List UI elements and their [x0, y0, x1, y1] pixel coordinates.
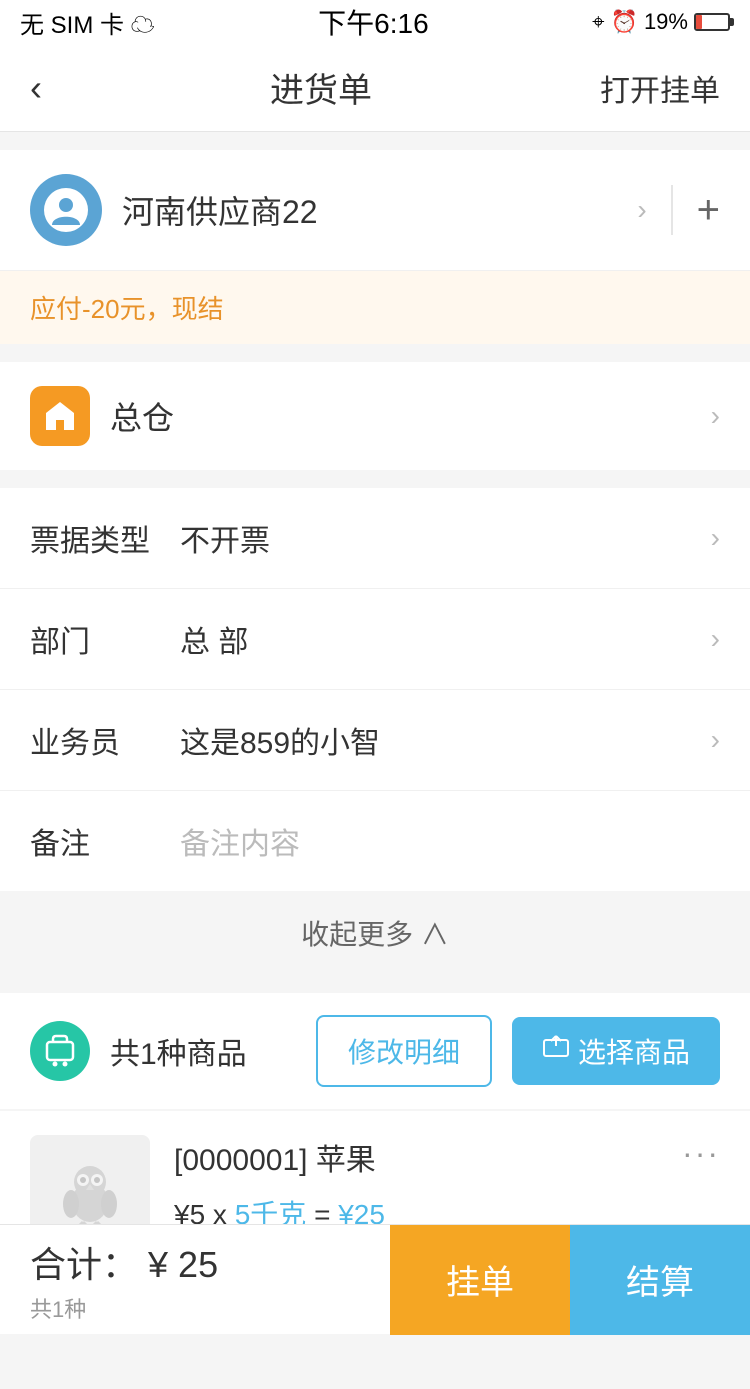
home-icon: [43, 399, 77, 433]
warehouse-name: 总仓: [110, 393, 711, 439]
dept-row[interactable]: 部门 总 部 ›: [0, 589, 750, 690]
remark-label: 备注: [30, 819, 170, 863]
warehouse-chevron-icon: ›: [711, 400, 720, 432]
product-code: [0000001]: [174, 1144, 307, 1177]
supplier-chevron-icon: ›: [637, 194, 646, 226]
salesman-chevron-icon: ›: [711, 724, 720, 756]
cart-icon: [43, 1034, 77, 1068]
dept-value: 总 部: [170, 617, 711, 661]
warehouse-row[interactable]: 总仓 ›: [0, 362, 750, 470]
select-icon: [542, 1034, 570, 1069]
open-pending-button[interactable]: 打开挂单: [600, 66, 720, 110]
page-title: 进货单: [270, 63, 372, 112]
remark-row[interactable]: 备注 备注内容: [0, 791, 750, 891]
warehouse-icon: [30, 386, 90, 446]
product-info: [0000001] 苹果 ¥5 x 5千克 = ¥25: [174, 1135, 658, 1233]
add-supplier-button[interactable]: +: [697, 188, 720, 233]
dept-label: 部门: [30, 617, 170, 661]
remark-placeholder[interactable]: 备注内容: [170, 819, 720, 863]
total-label: 合计：: [30, 1244, 138, 1285]
goods-count: 共1种商品: [110, 1029, 296, 1073]
location-icon: ⌖: [592, 9, 604, 35]
divider-top: [0, 132, 750, 150]
supplier-avatar: [30, 174, 102, 246]
ticket-type-chevron-icon: ›: [711, 522, 720, 554]
divider-2: [0, 470, 750, 488]
suspend-button[interactable]: 挂单: [390, 1225, 570, 1335]
product-image-placeholder: [55, 1160, 125, 1230]
ticket-type-row[interactable]: 票据类型 不开票 ›: [0, 488, 750, 589]
person-icon: [48, 192, 84, 228]
supplier-name: 河南供应商22: [122, 187, 637, 233]
salesman-row[interactable]: 业务员 这是859的小智 ›: [0, 690, 750, 791]
avatar-icon: [44, 188, 88, 232]
total-amount: 合计： ¥ 25: [30, 1236, 360, 1288]
nav-bar: ‹ 进货单 打开挂单: [0, 44, 750, 132]
sim-label: 无 SIM 卡 ☁: [20, 5, 155, 40]
total-value: ¥ 25: [148, 1244, 218, 1285]
total-count: 共1种: [30, 1292, 360, 1324]
ticket-type-value: 不开票: [170, 516, 711, 560]
salesman-value: 这是859的小智: [170, 718, 711, 762]
back-button[interactable]: ‹: [30, 67, 42, 109]
ticket-type-label: 票据类型: [30, 516, 170, 560]
status-time: 下午6:16: [318, 2, 429, 42]
supplier-divider: [671, 185, 673, 235]
status-bar: 无 SIM 卡 ☁ 下午6:16 ⌖ ⏰ 19%: [0, 0, 750, 44]
select-goods-label: 选择商品: [578, 1031, 690, 1071]
notice-bar: 应付-20元，现结: [0, 271, 750, 344]
product-menu-button[interactable]: ···: [682, 1135, 720, 1172]
supplier-section: 河南供应商22 › + 应付-20元，现结: [0, 150, 750, 344]
product-name: [0000001] 苹果: [174, 1135, 658, 1179]
salesman-label: 业务员: [30, 718, 170, 762]
battery-label: 19%: [644, 9, 688, 35]
product-title: 苹果: [316, 1144, 376, 1177]
form-section: 票据类型 不开票 › 部门 总 部 › 业务员 这是859的小智 › 备注 备注…: [0, 488, 750, 891]
select-goods-button[interactable]: 选择商品: [512, 1017, 720, 1085]
collapse-label: 收起更多 ∧: [301, 913, 449, 953]
supplier-row[interactable]: 河南供应商22 › +: [0, 150, 750, 271]
status-left: 无 SIM 卡 ☁: [20, 5, 155, 40]
edit-detail-button[interactable]: 修改明细: [316, 1015, 492, 1087]
goods-icon: [30, 1021, 90, 1081]
alarm-icon: ⏰: [611, 9, 638, 35]
divider-3: [0, 975, 750, 993]
bottom-bar: 合计： ¥ 25 共1种 挂单 结算: [0, 1224, 750, 1334]
collapse-row[interactable]: 收起更多 ∧: [0, 891, 750, 975]
warehouse-section[interactable]: 总仓 ›: [0, 362, 750, 470]
status-right: ⌖ ⏰ 19%: [592, 9, 730, 35]
checkout-button[interactable]: 结算: [570, 1225, 750, 1335]
divider-1: [0, 344, 750, 362]
battery-icon: [694, 13, 730, 31]
total-section: 合计： ¥ 25 共1种: [0, 1236, 390, 1324]
goods-header: 共1种商品 修改明细 选择商品: [0, 993, 750, 1109]
dept-chevron-icon: ›: [711, 623, 720, 655]
